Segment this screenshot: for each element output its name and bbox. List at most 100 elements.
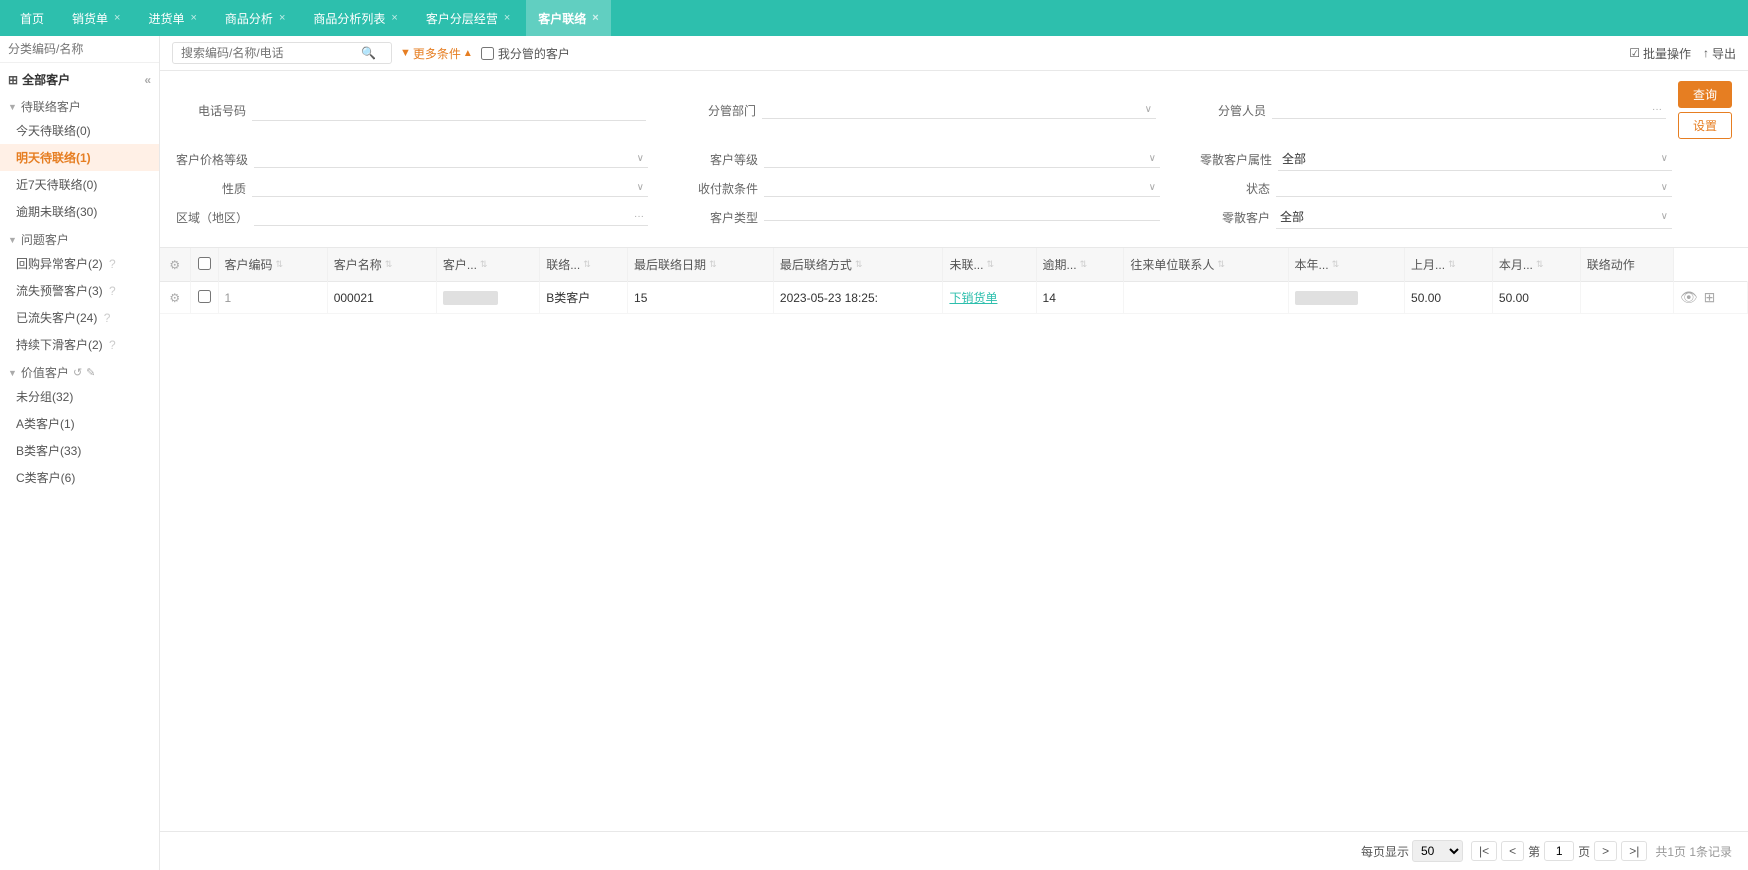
sort-icon-name[interactable]: ⇅ xyxy=(385,259,393,270)
customer-level-chevron-icon: ∨ xyxy=(1149,153,1156,164)
more-filters-button[interactable]: ▼ 更多条件 ▲ xyxy=(400,45,473,62)
nav-customer-segmentation[interactable]: 客户分层经营 × xyxy=(414,0,522,36)
payment-select[interactable]: ∨ xyxy=(764,179,1160,197)
nav-home[interactable]: 首页 xyxy=(8,0,56,36)
page-number-input[interactable] xyxy=(1544,841,1574,861)
sidebar-item-churned[interactable]: 已流失客户(24) ? xyxy=(0,304,159,331)
status-label: 状态 xyxy=(1200,180,1270,197)
my-customers-checkbox[interactable] xyxy=(481,47,494,60)
th-customer-name: 客户名称 ⇅ xyxy=(327,248,436,282)
data-table-wrapper: ⚙ 客户编码 ⇅ 客户名称 xyxy=(160,248,1748,831)
query-button[interactable]: 查询 xyxy=(1678,81,1732,108)
last-page-button[interactable]: >| xyxy=(1621,841,1647,861)
sidebar-item-tomorrow-pending[interactable]: 明天待联络(1) xyxy=(0,144,159,171)
close-sales-order-icon[interactable]: × xyxy=(114,12,120,24)
sidebar-item-7days-pending[interactable]: 近7天待联络(0) xyxy=(0,171,159,198)
close-product-analysis-icon[interactable]: × xyxy=(279,12,285,24)
retail-attr-select[interactable]: 全部 ∨ xyxy=(1278,147,1672,171)
group-problem-customers[interactable]: 问题客户 xyxy=(0,225,159,250)
nav-sales-order[interactable]: 销货单 × xyxy=(60,0,132,36)
per-page-label: 每页显示 xyxy=(1361,843,1409,860)
group-pending-contact[interactable]: 待联络客户 xyxy=(0,92,159,117)
my-customers-checkbox-container[interactable]: 我分管的客户 xyxy=(481,45,570,62)
sort-icon-contact[interactable]: ⇅ xyxy=(583,259,591,270)
dept-select[interactable]: ∨ xyxy=(762,101,1156,119)
sort-icon-overdue[interactable]: ⇅ xyxy=(1080,259,1088,270)
page-size-select[interactable]: 50 100 200 xyxy=(1412,840,1463,862)
sort-icon-not-contacted[interactable]: ⇅ xyxy=(986,259,994,270)
retail-customer-label: 零散客户 xyxy=(1200,209,1270,226)
person-select[interactable]: ··· xyxy=(1272,101,1666,119)
filter-cell-retail-attr: 零散客户属性 全部 ∨ xyxy=(1200,147,1672,171)
sidebar-item-class-b[interactable]: B类客户(33) xyxy=(0,437,159,464)
edit-icon[interactable]: ✎ xyxy=(86,366,95,379)
prev-page-button[interactable]: < xyxy=(1501,841,1524,861)
sort-icon-date[interactable]: ⇅ xyxy=(709,259,717,270)
collapse-icon[interactable]: « xyxy=(144,73,151,87)
retail-customer-select[interactable]: 全部 ∨ xyxy=(1276,205,1672,229)
sidebar-item-class-a[interactable]: A类客户(1) xyxy=(0,410,159,437)
close-product-analysis-list-icon[interactable]: × xyxy=(391,12,397,24)
row-checkbox-cell[interactable] xyxy=(190,282,218,314)
row-checkbox[interactable] xyxy=(198,290,211,303)
phone-input[interactable] xyxy=(252,100,646,121)
contact-method-link[interactable]: 下销货单 xyxy=(949,291,997,305)
sort-icon-unit-contact[interactable]: ⇅ xyxy=(1217,259,1225,270)
refresh-icon[interactable]: ↺ xyxy=(73,366,82,379)
nature-select[interactable]: ∨ xyxy=(252,179,648,197)
close-purchase-order-icon[interactable]: × xyxy=(190,12,196,24)
sidebar-item-declining[interactable]: 持续下滑客户(2) ? xyxy=(0,331,159,358)
select-all-checkbox[interactable] xyxy=(198,257,211,270)
filter-cell-region: 区域（地区） ··· xyxy=(176,208,648,226)
sidebar-item-repurchase-abnormal[interactable]: 回购异常客户(2) ? xyxy=(0,250,159,277)
top-nav: 首页 销货单 × 进货单 × 商品分析 × 商品分析列表 × 客户分层经营 × … xyxy=(0,0,1748,36)
sidebar-item-ungrouped[interactable]: 未分组(32) xyxy=(0,383,159,410)
nav-customer-contact[interactable]: 客户联络 × xyxy=(526,0,610,36)
export-button[interactable]: ↑ 导出 xyxy=(1703,45,1736,62)
settings-button[interactable]: 设置 xyxy=(1678,112,1732,139)
th-contact-count: 联络... ⇅ xyxy=(540,248,628,282)
group-value-customers[interactable]: 价值客户 ↺ ✎ xyxy=(0,358,159,383)
close-customer-contact-icon[interactable]: × xyxy=(592,12,598,24)
sidebar-item-class-c[interactable]: C类客户(6) xyxy=(0,464,159,491)
nav-product-analysis[interactable]: 商品分析 × xyxy=(213,0,297,36)
row-gear[interactable]: ⚙ xyxy=(160,282,190,314)
close-customer-segmentation-icon[interactable]: × xyxy=(504,12,510,24)
checkbox-header[interactable] xyxy=(190,248,218,282)
sort-icon-code[interactable]: ⇅ xyxy=(276,259,284,270)
batch-ops-button[interactable]: ☑ 批量操作 xyxy=(1629,45,1691,62)
sidebar-item-overdue-no-contact[interactable]: 逾期未联络(30) xyxy=(0,198,159,225)
nav-product-analysis-list[interactable]: 商品分析列表 × xyxy=(301,0,409,36)
sidebar-search-input[interactable] xyxy=(8,42,160,56)
next-page-button[interactable]: > xyxy=(1594,841,1617,861)
th-not-contacted: 未联... ⇅ xyxy=(943,248,1036,282)
search-icon[interactable]: 🔍 xyxy=(361,46,376,60)
retail-attr-chevron-icon: ∨ xyxy=(1661,153,1668,164)
action-more-icon[interactable]: ⊞ xyxy=(1704,289,1716,306)
retail-attr-label: 零散客户属性 xyxy=(1200,151,1272,168)
sort-icon-type[interactable]: ⇅ xyxy=(480,259,488,270)
main-layout: 🔍 ⊞ 全部客户 « 待联络客户 今天待联络(0) 明天待联络(1) 近7天待联… xyxy=(0,36,1748,870)
page-size-selector: 每页显示 50 100 200 xyxy=(1361,840,1463,862)
payment-label: 收付款条件 xyxy=(688,180,758,197)
customer-level-select[interactable]: ∨ xyxy=(764,150,1160,168)
sort-icon-last-month[interactable]: ⇅ xyxy=(1448,259,1456,270)
sort-icon-method[interactable]: ⇅ xyxy=(855,259,863,270)
sidebar-item-churn-warning[interactable]: 流失预警客户(3) ? xyxy=(0,277,159,304)
price-level-select[interactable]: ∨ xyxy=(254,150,648,168)
sort-icon-this-month[interactable]: ⇅ xyxy=(1536,259,1544,270)
first-page-button[interactable]: |< xyxy=(1471,841,1497,861)
search-input[interactable] xyxy=(181,46,361,60)
gear-header[interactable]: ⚙ xyxy=(160,248,190,282)
customer-type-select[interactable] xyxy=(764,214,1160,221)
region-more-icon[interactable]: ··· xyxy=(634,211,644,222)
all-customers-title[interactable]: ⊞ 全部客户 « xyxy=(0,63,159,92)
nav-purchase-order[interactable]: 进货单 × xyxy=(136,0,208,36)
sidebar-item-today-pending[interactable]: 今天待联络(0) xyxy=(0,117,159,144)
filter-bar: 🔍 ▼ 更多条件 ▲ 我分管的客户 ☑ 批量操作 ↑ 导出 xyxy=(160,36,1748,71)
status-select[interactable]: ∨ xyxy=(1276,179,1672,197)
action-view-icon[interactable]: 👁 xyxy=(1680,289,1698,306)
region-select[interactable]: ··· xyxy=(254,208,648,226)
sort-icon-this-year[interactable]: ⇅ xyxy=(1332,259,1340,270)
more-icon[interactable]: ··· xyxy=(1652,104,1662,115)
